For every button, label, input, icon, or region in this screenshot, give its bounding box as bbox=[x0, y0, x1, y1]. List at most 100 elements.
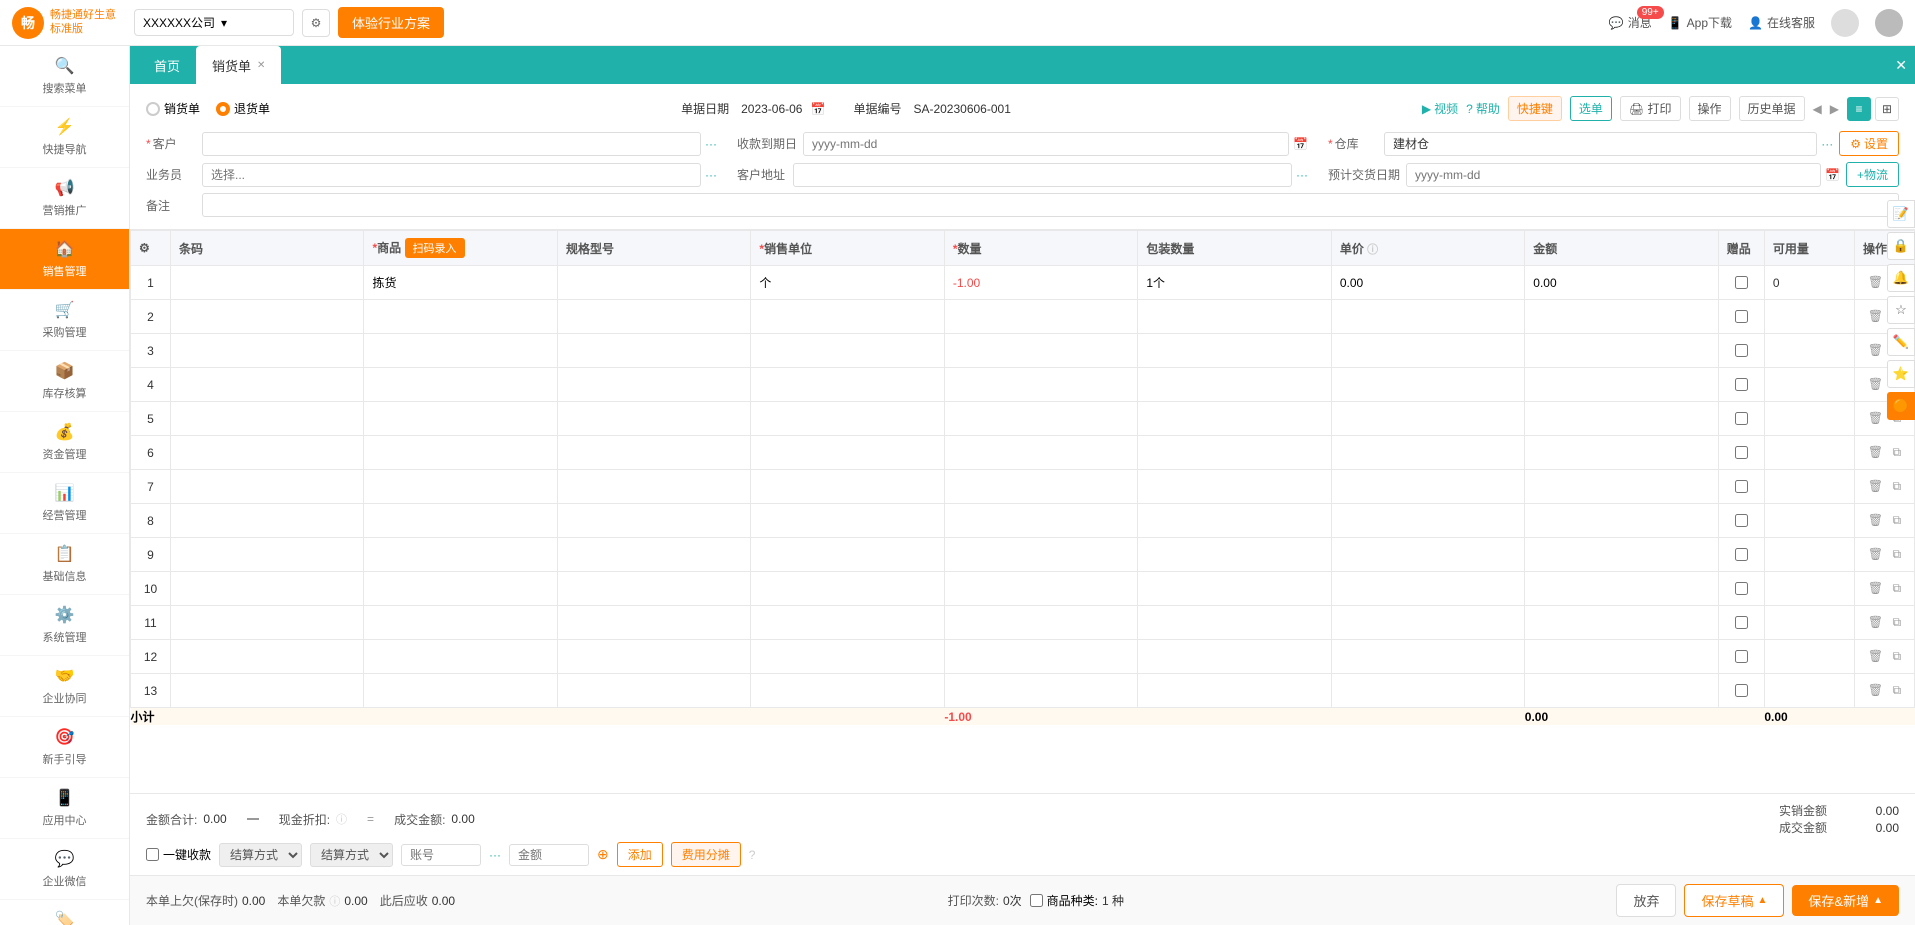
sidebar-item-enterprise[interactable]: 🤝 企业协同 bbox=[0, 656, 129, 717]
sidebar-item-operations[interactable]: 📊 经营管理 bbox=[0, 473, 129, 534]
goods-type-checkbox[interactable]: 商品种类: 1 种 bbox=[1030, 892, 1124, 909]
row-barcode[interactable] bbox=[171, 368, 364, 402]
sidebar-item-system[interactable]: ⚙️ 系统管理 bbox=[0, 595, 129, 656]
row-goods[interactable] bbox=[364, 538, 557, 572]
row-copy-icon[interactable]: ⧉ bbox=[1893, 581, 1902, 595]
radio-return-order[interactable]: 退货单 bbox=[216, 100, 270, 117]
message-button[interactable]: 💬 消息 99+ bbox=[1609, 14, 1652, 31]
row-unit[interactable] bbox=[751, 606, 944, 640]
print-btn[interactable]: 🖨 打印 bbox=[1620, 96, 1681, 121]
row-amount[interactable] bbox=[1525, 470, 1718, 504]
row-qty[interactable] bbox=[944, 674, 1137, 708]
row-goods[interactable] bbox=[364, 504, 557, 538]
row-qty[interactable] bbox=[944, 300, 1137, 334]
row-qty[interactable] bbox=[944, 402, 1137, 436]
row-barcode[interactable] bbox=[171, 674, 364, 708]
price-info-icon[interactable]: ⓘ bbox=[1367, 244, 1378, 256]
scan-button[interactable]: 扫码录入 bbox=[405, 238, 465, 258]
tab-home[interactable]: 首页 bbox=[138, 46, 196, 84]
row-price[interactable] bbox=[1331, 640, 1524, 674]
sidebar-item-purchase[interactable]: 🛒 采购管理 bbox=[0, 290, 129, 351]
operate-btn[interactable]: 操作 bbox=[1689, 96, 1731, 121]
row-amount[interactable] bbox=[1525, 572, 1718, 606]
row-unit[interactable] bbox=[751, 504, 944, 538]
row-pkg-qty[interactable] bbox=[1138, 674, 1331, 708]
gift-checkbox[interactable] bbox=[1735, 616, 1748, 629]
sidebar-item-apps[interactable]: 📱 应用中心 bbox=[0, 778, 129, 839]
gift-checkbox[interactable] bbox=[1735, 276, 1748, 289]
customer-input[interactable] bbox=[202, 132, 701, 156]
row-qty[interactable] bbox=[944, 470, 1137, 504]
row-copy-icon[interactable]: ⧉ bbox=[1893, 615, 1902, 629]
fee-help-icon[interactable]: ? bbox=[749, 848, 756, 862]
payment-amount-input[interactable] bbox=[509, 844, 589, 866]
sidebar-item-shortcut[interactable]: ⚡ 快捷导航 bbox=[0, 107, 129, 168]
row-amount[interactable] bbox=[1525, 266, 1718, 300]
row-amount[interactable] bbox=[1525, 538, 1718, 572]
row-barcode[interactable] bbox=[171, 504, 364, 538]
float-orange-btn[interactable]: 🟠 bbox=[1887, 392, 1915, 420]
row-spec[interactable] bbox=[557, 334, 750, 368]
row-pkg-qty[interactable] bbox=[1138, 470, 1331, 504]
row-unit[interactable] bbox=[751, 334, 944, 368]
date-calendar-icon[interactable]: 📅 bbox=[810, 102, 825, 116]
row-price[interactable] bbox=[1331, 674, 1524, 708]
row-copy-icon[interactable]: ⧉ bbox=[1893, 649, 1902, 663]
row-amount[interactable] bbox=[1525, 334, 1718, 368]
row-amount[interactable] bbox=[1525, 640, 1718, 674]
row-unit[interactable] bbox=[751, 436, 944, 470]
row-delete-icon[interactable]: 🗑 bbox=[1868, 411, 1883, 425]
row-spec[interactable] bbox=[557, 266, 750, 300]
app-download-button[interactable]: 📱 App下载 bbox=[1668, 14, 1732, 31]
row-goods[interactable] bbox=[364, 470, 557, 504]
expected-delivery-input[interactable] bbox=[1406, 163, 1821, 187]
row-delete-icon[interactable]: 🗑 bbox=[1868, 683, 1883, 697]
row-pkg-qty[interactable] bbox=[1138, 266, 1331, 300]
row-amount[interactable] bbox=[1525, 368, 1718, 402]
row-price[interactable] bbox=[1331, 266, 1524, 300]
row-spec[interactable] bbox=[557, 436, 750, 470]
gift-checkbox[interactable] bbox=[1735, 480, 1748, 493]
row-barcode[interactable] bbox=[171, 572, 364, 606]
row-amount[interactable] bbox=[1525, 606, 1718, 640]
row-qty[interactable] bbox=[944, 606, 1137, 640]
row-spec[interactable] bbox=[557, 470, 750, 504]
sidebar-item-basics[interactable]: 📋 基础信息 bbox=[0, 534, 129, 595]
row-price[interactable] bbox=[1331, 334, 1524, 368]
row-delete-icon[interactable]: 🗑 bbox=[1868, 513, 1883, 527]
gift-checkbox[interactable] bbox=[1735, 582, 1748, 595]
row-price[interactable] bbox=[1331, 300, 1524, 334]
float-fav-btn[interactable]: ⭐ bbox=[1887, 360, 1915, 388]
row-price[interactable] bbox=[1331, 402, 1524, 436]
row-qty[interactable] bbox=[944, 538, 1137, 572]
row-qty[interactable] bbox=[944, 266, 1137, 300]
customer-dots-icon[interactable]: ··· bbox=[705, 137, 717, 151]
address-dots-icon[interactable]: ··· bbox=[1296, 168, 1308, 182]
row-unit[interactable] bbox=[751, 266, 944, 300]
row-barcode[interactable] bbox=[171, 436, 364, 470]
settings-icon[interactable]: ⚙ bbox=[302, 9, 330, 37]
row-qty[interactable] bbox=[944, 504, 1137, 538]
row-copy-icon[interactable]: ⧉ bbox=[1893, 513, 1902, 527]
history-btn[interactable]: 历史单据 bbox=[1739, 96, 1805, 121]
row-spec[interactable] bbox=[557, 538, 750, 572]
account-input[interactable] bbox=[401, 844, 481, 866]
row-barcode[interactable] bbox=[171, 470, 364, 504]
debt-help-icon[interactable]: ⓘ bbox=[329, 893, 340, 909]
sidebar-item-guide[interactable]: 🎯 新手引导 bbox=[0, 717, 129, 778]
row-unit[interactable] bbox=[751, 470, 944, 504]
row-pkg-qty[interactable] bbox=[1138, 368, 1331, 402]
tab-sales-order[interactable]: 销货单 ✕ bbox=[196, 46, 281, 84]
video-link[interactable]: ▶ 视频 bbox=[1422, 100, 1458, 117]
row-delete-icon[interactable]: 🗑 bbox=[1868, 479, 1883, 493]
row-price[interactable] bbox=[1331, 368, 1524, 402]
row-goods[interactable] bbox=[364, 368, 557, 402]
row-amount[interactable] bbox=[1525, 674, 1718, 708]
row-price[interactable] bbox=[1331, 436, 1524, 470]
gift-checkbox[interactable] bbox=[1735, 310, 1748, 323]
row-spec[interactable] bbox=[557, 402, 750, 436]
row-delete-icon[interactable]: 🗑 bbox=[1868, 445, 1883, 459]
salesman-dots-icon[interactable]: ··· bbox=[705, 168, 717, 182]
discount-info-icon[interactable]: ⓘ bbox=[336, 811, 347, 827]
float-bell-btn[interactable]: 🔔 bbox=[1887, 264, 1915, 292]
